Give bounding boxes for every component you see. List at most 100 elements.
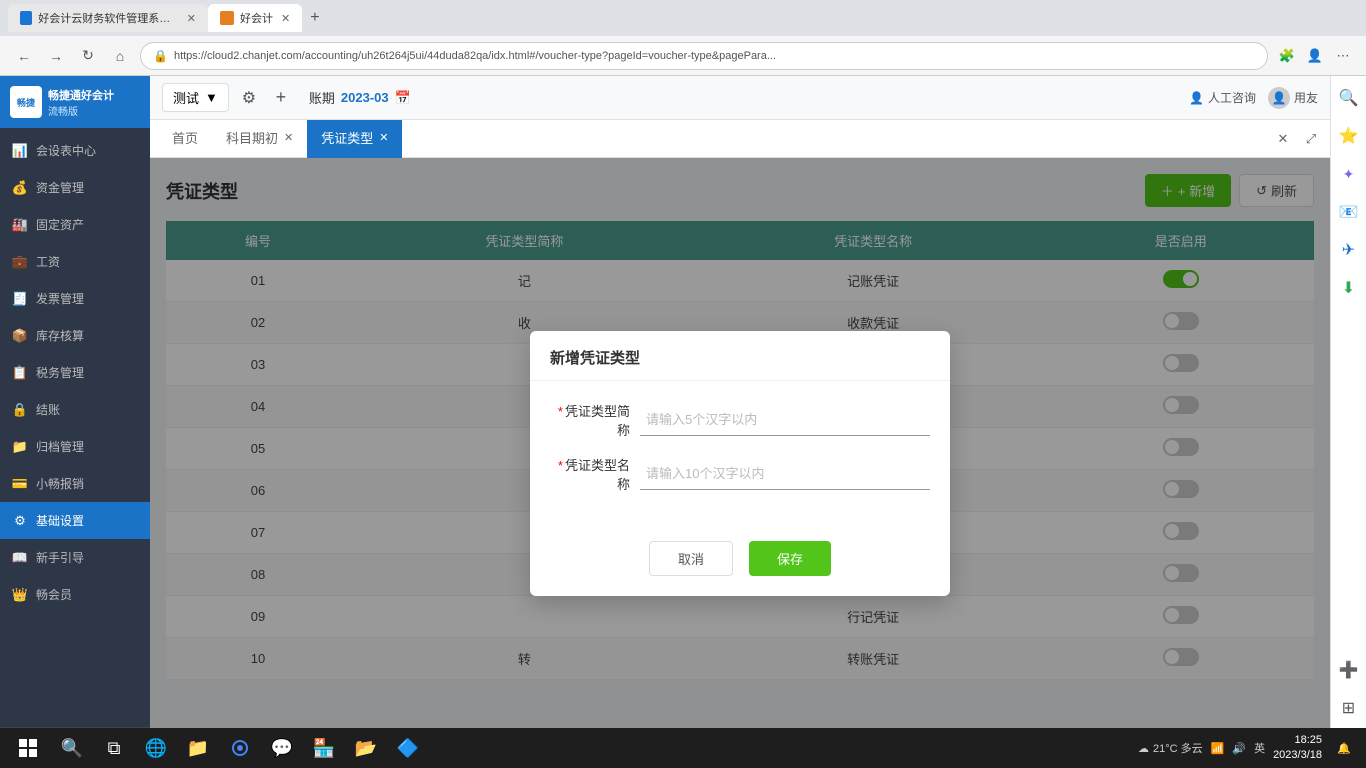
- tab-expand-buttons: ✕ ⤢: [1272, 128, 1322, 150]
- right-download-icon[interactable]: ⬇: [1335, 274, 1363, 302]
- taskbar-files[interactable]: 📂: [346, 728, 386, 768]
- browser-tab-1[interactable]: 好会计云财务软件管理系统_会计 ✕: [8, 4, 208, 32]
- sidebar-logo: 畅捷 畅捷通好会计 流畅版: [0, 76, 150, 128]
- right-star-icon[interactable]: ⭐: [1335, 122, 1363, 150]
- logo-icon-text: 畅捷: [17, 96, 35, 109]
- consultant-label: 人工咨询: [1208, 89, 1256, 106]
- expand-panel-btn[interactable]: ⤢: [1300, 128, 1322, 150]
- modal-header: 新增凭证类型: [530, 331, 950, 381]
- sidebar-item-settings[interactable]: ⚙ 基础设置: [0, 502, 150, 539]
- sidebar-item-inventory[interactable]: 📦 库存核算: [0, 317, 150, 354]
- sidebar-item-invoice-label: 发票管理: [36, 290, 84, 307]
- sidebar-item-guide-label: 新手引导: [36, 549, 84, 566]
- right-add-icon[interactable]: ➕: [1335, 656, 1363, 684]
- browser-actions: 🧩 👤 ⋯: [1276, 45, 1354, 67]
- forward-button[interactable]: →: [44, 44, 68, 68]
- abbr-input[interactable]: [640, 404, 930, 436]
- notification-icon[interactable]: 🔔: [1330, 734, 1358, 762]
- settings-icon: ⚙: [12, 513, 28, 529]
- page-tab-subjects[interactable]: 科目期初 ✕: [212, 120, 307, 158]
- tab2-label: 好会计: [240, 10, 273, 26]
- right-panel: 🔍 ⭐ ✦ 📧 ✈ ⬇ ➕ ⊞ ⚙: [1330, 76, 1366, 768]
- extensions-btn[interactable]: 🧩: [1276, 45, 1298, 67]
- logo-text: 畅捷通好会计 流畅版: [48, 87, 114, 118]
- url-text: https://cloud2.chanjet.com/accounting/uh…: [174, 50, 776, 62]
- name-input[interactable]: [640, 458, 930, 490]
- new-tab-button[interactable]: +: [302, 5, 327, 31]
- sidebar-item-tax[interactable]: 📋 税务管理: [0, 354, 150, 391]
- add-btn[interactable]: +: [269, 86, 293, 110]
- consultant-icon: 👤: [1189, 91, 1204, 105]
- tab1-favicon: [20, 11, 32, 25]
- sidebar-item-finance[interactable]: 💰 资金管理: [0, 169, 150, 206]
- profile-btn[interactable]: 👤: [1304, 45, 1326, 67]
- modal-overlay: 新增凭证类型 凭证类型简称 凭证类型名称 取消: [150, 158, 1330, 768]
- taskbar-search[interactable]: 🔍: [52, 728, 92, 768]
- page-tab-voucher-close[interactable]: ✕: [379, 131, 388, 144]
- logo-line1: 畅捷通好会计: [48, 87, 114, 103]
- minimize-panel-btn[interactable]: ✕: [1272, 128, 1294, 150]
- tab1-close[interactable]: ✕: [187, 12, 196, 25]
- browser-chrome: 好会计云财务软件管理系统_会计 ✕ 好会计 ✕ + ← → ↻ ⌂ 🔒 http…: [0, 0, 1366, 76]
- more-btn[interactable]: ⋯: [1332, 45, 1354, 67]
- sidebar-item-guide[interactable]: 📖 新手引导: [0, 539, 150, 576]
- modal-title: 新增凭证类型: [550, 350, 640, 367]
- taskbar-chrome[interactable]: [220, 728, 260, 768]
- assets-icon: 🏭: [12, 217, 28, 233]
- taskbar-wechat[interactable]: 💬: [262, 728, 302, 768]
- member-icon: 👑: [12, 587, 28, 603]
- user-avatar: 👤: [1268, 87, 1290, 109]
- expense-icon: 💳: [12, 476, 28, 492]
- tab-bar: 好会计云财务软件管理系统_会计 ✕ 好会计 ✕ +: [0, 0, 1366, 36]
- url-bar[interactable]: 🔒 https://cloud2.chanjet.com/accounting/…: [140, 42, 1268, 70]
- sidebar-item-dashboard[interactable]: 📊 会设表中心: [0, 132, 150, 169]
- weather-text: 21°C 多云: [1153, 740, 1203, 756]
- sidebar-item-expense[interactable]: 💳 小畅报销: [0, 465, 150, 502]
- sidebar-item-archive[interactable]: 📁 归档管理: [0, 428, 150, 465]
- right-grid-icon[interactable]: ⊞: [1335, 694, 1363, 722]
- sidebar-item-invoice[interactable]: 🧾 发票管理: [0, 280, 150, 317]
- taskbar-msedge[interactable]: 🔷: [388, 728, 428, 768]
- home-button[interactable]: ⌂: [108, 44, 132, 68]
- sidebar-item-member[interactable]: 👑 畅会员: [0, 576, 150, 613]
- invoice-icon: 🧾: [12, 291, 28, 307]
- period-info: 账期 2023-03 📅: [309, 88, 411, 107]
- sidebar-item-assets[interactable]: 🏭 固定资产: [0, 206, 150, 243]
- taskbar-edge[interactable]: 🌐: [136, 728, 176, 768]
- page-tab-home[interactable]: 首页: [158, 120, 212, 158]
- sidebar-item-settings-label: 基础设置: [36, 512, 84, 529]
- taskbar-explorer[interactable]: 📁: [178, 728, 218, 768]
- page-tab-voucher-type[interactable]: 凭证类型 ✕: [307, 120, 402, 158]
- sidebar-item-payroll[interactable]: 💼 工资: [0, 243, 150, 280]
- taskbar-taskview[interactable]: ⧉: [94, 728, 134, 768]
- volume-icon: 🔊: [1232, 742, 1246, 755]
- address-bar: ← → ↻ ⌂ 🔒 https://cloud2.chanjet.com/acc…: [0, 36, 1366, 76]
- content-area: 凭证类型 ＋ + 新增 ↺ 刷新 编号 凭证类型: [150, 158, 1330, 768]
- taskbar-store[interactable]: 🏪: [304, 728, 344, 768]
- right-search-icon[interactable]: 🔍: [1335, 84, 1363, 112]
- page-tab-subjects-close[interactable]: ✕: [284, 131, 293, 144]
- tab2-close[interactable]: ✕: [281, 12, 290, 25]
- right-outlook-icon[interactable]: 📧: [1335, 198, 1363, 226]
- form-row-name: 凭证类型名称: [550, 455, 930, 493]
- sidebar-item-close[interactable]: 🔒 结账: [0, 391, 150, 428]
- org-name: 测试: [173, 88, 199, 107]
- right-send-icon[interactable]: ✈: [1335, 236, 1363, 264]
- tax-icon: 📋: [12, 365, 28, 381]
- back-button[interactable]: ←: [12, 44, 36, 68]
- user-button[interactable]: 👤 用友: [1268, 87, 1318, 109]
- sidebar: 畅捷 畅捷通好会计 流畅版 📊 会设表中心 💰 资金管理 🏭 固定资产 💼: [0, 76, 150, 768]
- cancel-button[interactable]: 取消: [649, 541, 733, 576]
- save-button[interactable]: 保存: [749, 541, 831, 576]
- refresh-button[interactable]: ↻: [76, 44, 100, 68]
- consultant-button[interactable]: 👤 人工咨询: [1189, 89, 1256, 106]
- modal-body: 凭证类型简称 凭证类型名称: [530, 381, 950, 529]
- browser-tab-2[interactable]: 好会计 ✕: [208, 4, 302, 32]
- lang-indicator: 英: [1254, 740, 1265, 756]
- right-ai-icon[interactable]: ✦: [1335, 160, 1363, 188]
- start-button[interactable]: [8, 728, 48, 768]
- org-settings-btn[interactable]: ⚙: [237, 86, 261, 110]
- abbr-label: 凭证类型简称: [550, 401, 640, 439]
- org-selector[interactable]: 测试 ▼: [162, 83, 229, 112]
- clock-time: 18:25: [1273, 733, 1322, 748]
